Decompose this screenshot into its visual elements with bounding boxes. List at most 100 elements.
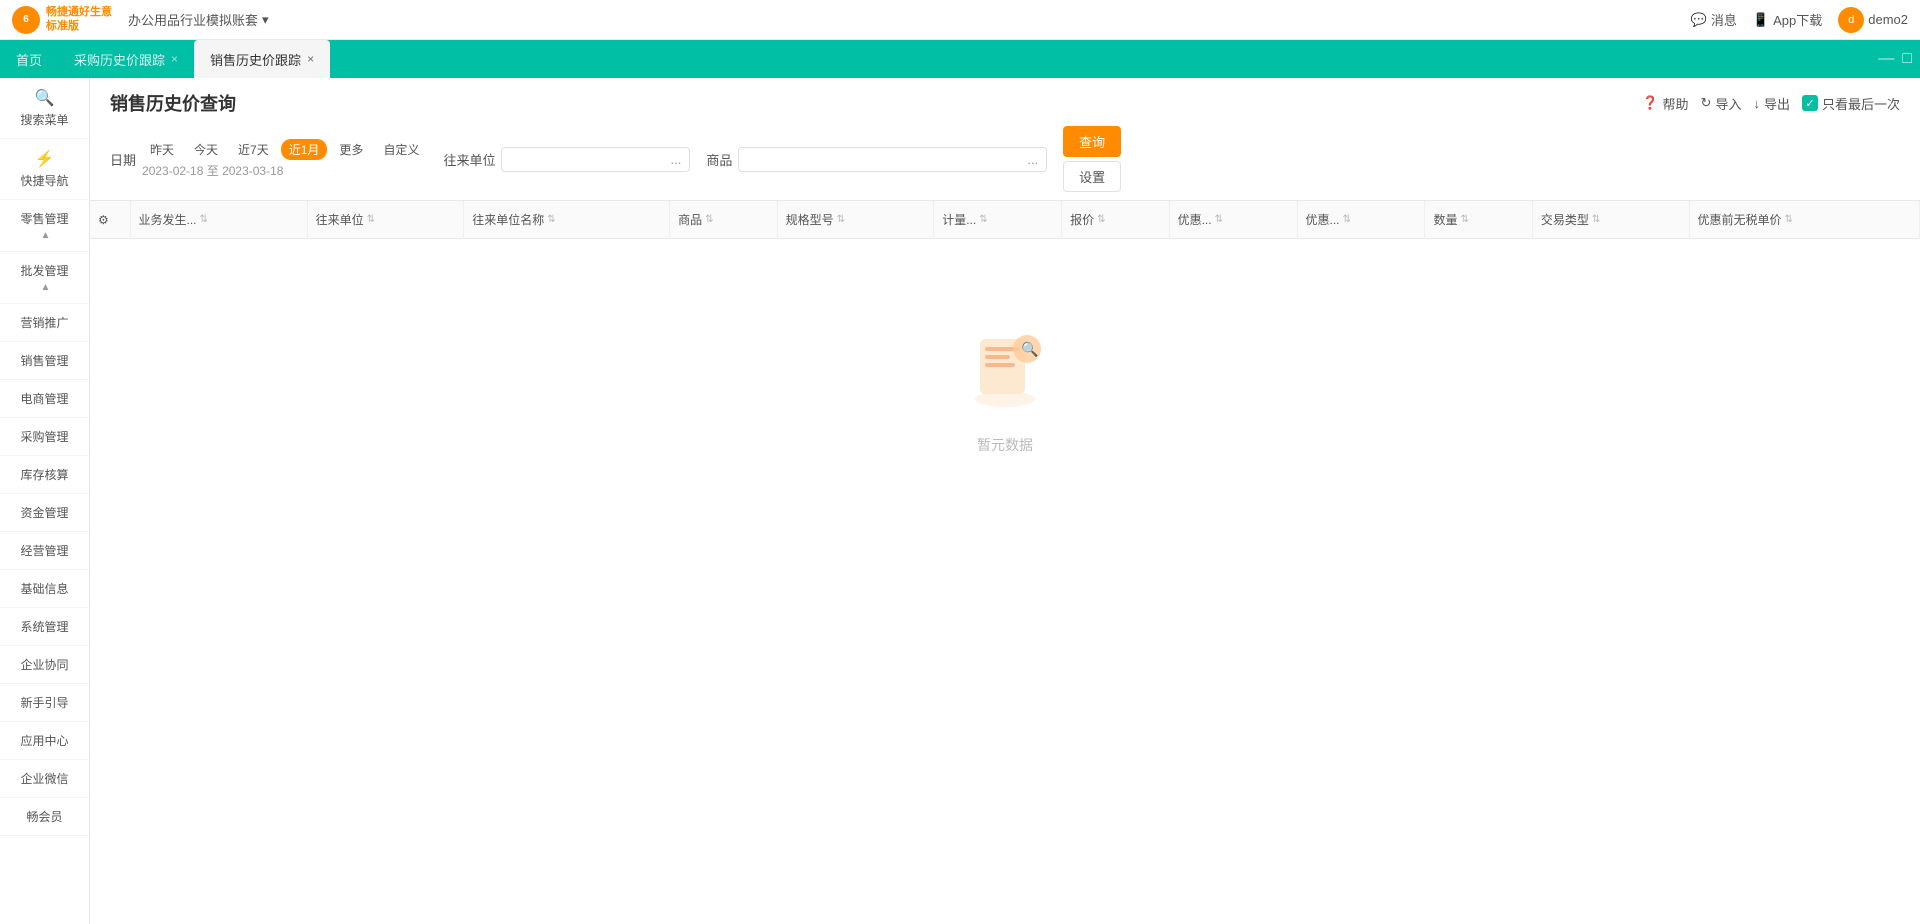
sidebar-item-wechat[interactable]: 企业微信: [0, 760, 89, 798]
sidebar-item-purchase[interactable]: 采购管理: [0, 418, 89, 456]
sort-icon-pretax: ⇅: [1785, 214, 1793, 225]
date-btn-custom[interactable]: 自定义: [375, 139, 427, 160]
sort-icon-product: ⇅: [705, 214, 713, 225]
sidebar-item-inventory[interactable]: 库存核算: [0, 456, 89, 494]
top-bar-left: 6 畅捷通好生意 标准版 办公用品行业模拟账套 ▾: [12, 6, 277, 34]
header-actions: ❓ 帮助 ↻ 导入 ↓ 导出 ✓ 只看最后一次: [1642, 94, 1900, 113]
sort-icon-partner: ⇅: [367, 214, 375, 225]
th-discount2[interactable]: 优惠... ⇅: [1297, 201, 1425, 239]
sidebar-item-marketing[interactable]: 营销推广: [0, 304, 89, 342]
th-partner-name[interactable]: 往来单位名称 ⇅: [464, 201, 670, 239]
sort-icon-price: ⇅: [1097, 214, 1105, 225]
minimize-window-button[interactable]: —: [1878, 50, 1894, 68]
sidebar-item-system[interactable]: 系统管理: [0, 608, 89, 646]
logo-text: 畅捷通好生意 标准版: [46, 6, 112, 32]
svg-text:🔍: 🔍: [1021, 340, 1038, 358]
user-profile[interactable]: d demo2: [1838, 7, 1908, 33]
table-header: ⚙ 业务发生... ⇅ 往来单位 ⇅: [90, 201, 1920, 239]
date-btn-1month[interactable]: 近1月: [281, 139, 328, 160]
sort-icon-spec: ⇅: [837, 214, 845, 225]
help-button[interactable]: ❓ 帮助: [1642, 94, 1688, 113]
date-filter: 日期 昨天 今天 近7天 近1月 更多 自定义 2023-02-18 至 202…: [110, 139, 427, 179]
th-price[interactable]: 报价 ⇅: [1062, 201, 1169, 239]
search-icon: 🔍: [35, 88, 55, 108]
nav-tabs: 首页 采购历史价跟踪 × 销售历史价跟踪 × — □: [0, 40, 1920, 78]
th-type[interactable]: 交易类型 ⇅: [1532, 201, 1689, 239]
tab-window-actions: — □: [1878, 50, 1920, 68]
logo-icon: 6: [12, 6, 40, 34]
partner-label: 往来单位: [443, 150, 495, 169]
date-btn-more[interactable]: 更多: [331, 139, 371, 160]
date-shortcuts-block: 昨天 今天 近7天 近1月 更多 自定义 2023-02-18 至 2023-0…: [142, 139, 427, 179]
product-input[interactable]: ...: [738, 147, 1047, 172]
help-icon: ❓: [1642, 95, 1658, 111]
close-purchase-tab[interactable]: ×: [171, 52, 178, 66]
main-layout: 🔍 搜索菜单 ⚡ 快捷导航 零售管理 ▲ 批发管理 ▲ 营销推广 销售管理 电商…: [0, 78, 1920, 924]
tab-sales-history[interactable]: 销售历史价跟踪 ×: [194, 40, 330, 78]
sidebar-item-basic-info[interactable]: 基础信息: [0, 570, 89, 608]
tab-purchase-history[interactable]: 采购历史价跟踪 ×: [58, 40, 194, 78]
th-unit[interactable]: 计量... ⇅: [934, 201, 1062, 239]
nav-icon: ⚡: [35, 149, 55, 169]
settings-button[interactable]: 设置: [1063, 161, 1121, 192]
import-button[interactable]: ↻ 导入: [1701, 94, 1742, 113]
sidebar-item-wholesale[interactable]: 批发管理 ▲: [0, 252, 89, 304]
th-discount1[interactable]: 优惠... ⇅: [1169, 201, 1297, 239]
maximize-window-button[interactable]: □: [1902, 50, 1912, 68]
message-icon: 💬: [1691, 12, 1707, 28]
data-table: ⚙ 业务发生... ⇅ 往来单位 ⇅: [90, 201, 1920, 239]
sidebar-item-quick-nav[interactable]: ⚡ 快捷导航: [0, 139, 89, 200]
action-buttons: 查询 设置: [1063, 126, 1121, 192]
date-btn-7days[interactable]: 近7天: [230, 139, 277, 160]
checkbox-icon: ✓: [1802, 95, 1818, 111]
th-spec[interactable]: 规格型号 ⇅: [777, 201, 934, 239]
date-btn-yesterday[interactable]: 昨天: [142, 139, 182, 160]
top-bar-right: 💬 消息 📱 App下载 d demo2: [1691, 7, 1908, 33]
th-settings[interactable]: ⚙: [90, 201, 130, 239]
filter-row: 日期 昨天 今天 近7天 近1月 更多 自定义 2023-02-18 至 202…: [110, 126, 1900, 192]
th-date[interactable]: 业务发生... ⇅: [130, 201, 307, 239]
partner-select-icon: ...: [670, 152, 681, 167]
sidebar-item-search[interactable]: 🔍 搜索菜单: [0, 78, 89, 139]
product-filter: 商品 ...: [706, 147, 1047, 172]
close-sales-tab[interactable]: ×: [307, 52, 314, 66]
only-latest-checkbox[interactable]: ✓ 只看最后一次: [1802, 94, 1900, 113]
top-bar: 6 畅捷通好生意 标准版 办公用品行业模拟账套 ▾ 💬 消息 📱 App下载 d…: [0, 0, 1920, 40]
sort-icon-discount1: ⇅: [1215, 214, 1223, 225]
date-btn-today[interactable]: 今天: [186, 139, 226, 160]
sidebar-item-guide[interactable]: 新手引导: [0, 684, 89, 722]
wholesale-arrow-icon: ▲: [41, 282, 51, 293]
export-button[interactable]: ↓ 导出: [1753, 94, 1790, 113]
tab-home[interactable]: 首页: [0, 40, 58, 78]
download-icon: 📱: [1753, 12, 1769, 28]
query-button[interactable]: 查询: [1063, 126, 1121, 157]
sort-icon-partner-name: ⇅: [547, 214, 555, 225]
app-download-button[interactable]: 📱 App下载: [1753, 10, 1822, 29]
empty-text: 暂元数据: [977, 435, 1033, 455]
import-icon: ↻: [1701, 95, 1712, 111]
sidebar-item-finance[interactable]: 资金管理: [0, 494, 89, 532]
app-selector[interactable]: 办公用品行业模拟账套 ▾: [120, 6, 277, 33]
date-shortcuts: 昨天 今天 近7天 近1月 更多 自定义: [142, 139, 427, 160]
sort-icon-quantity: ⇅: [1460, 214, 1468, 225]
gear-icon: ⚙: [98, 213, 109, 227]
th-product[interactable]: 商品 ⇅: [670, 201, 777, 239]
sidebar-item-members[interactable]: 畅会员: [0, 798, 89, 836]
page-title: 销售历史价查询: [110, 90, 236, 116]
partner-input[interactable]: ...: [501, 147, 690, 172]
th-partner-code[interactable]: 往来单位 ⇅: [307, 201, 464, 239]
sidebar-item-ecommerce[interactable]: 电商管理: [0, 380, 89, 418]
messages-button[interactable]: 💬 消息: [1691, 10, 1737, 29]
th-quantity[interactable]: 数量 ⇅: [1425, 201, 1532, 239]
retail-arrow-icon: ▲: [41, 230, 51, 241]
product-label: 商品: [706, 150, 732, 169]
sidebar-item-app-center[interactable]: 应用中心: [0, 722, 89, 760]
sort-icon-unit: ⇅: [979, 214, 987, 225]
partner-filter: 往来单位 ...: [443, 147, 690, 172]
avatar: d: [1838, 7, 1864, 33]
sidebar-item-sales[interactable]: 销售管理: [0, 342, 89, 380]
sidebar-item-enterprise[interactable]: 企业协同: [0, 646, 89, 684]
th-pretax-price[interactable]: 优惠前无税单价 ⇅: [1689, 201, 1919, 239]
sidebar-item-retail[interactable]: 零售管理 ▲: [0, 200, 89, 252]
sidebar-item-management[interactable]: 经营管理: [0, 532, 89, 570]
